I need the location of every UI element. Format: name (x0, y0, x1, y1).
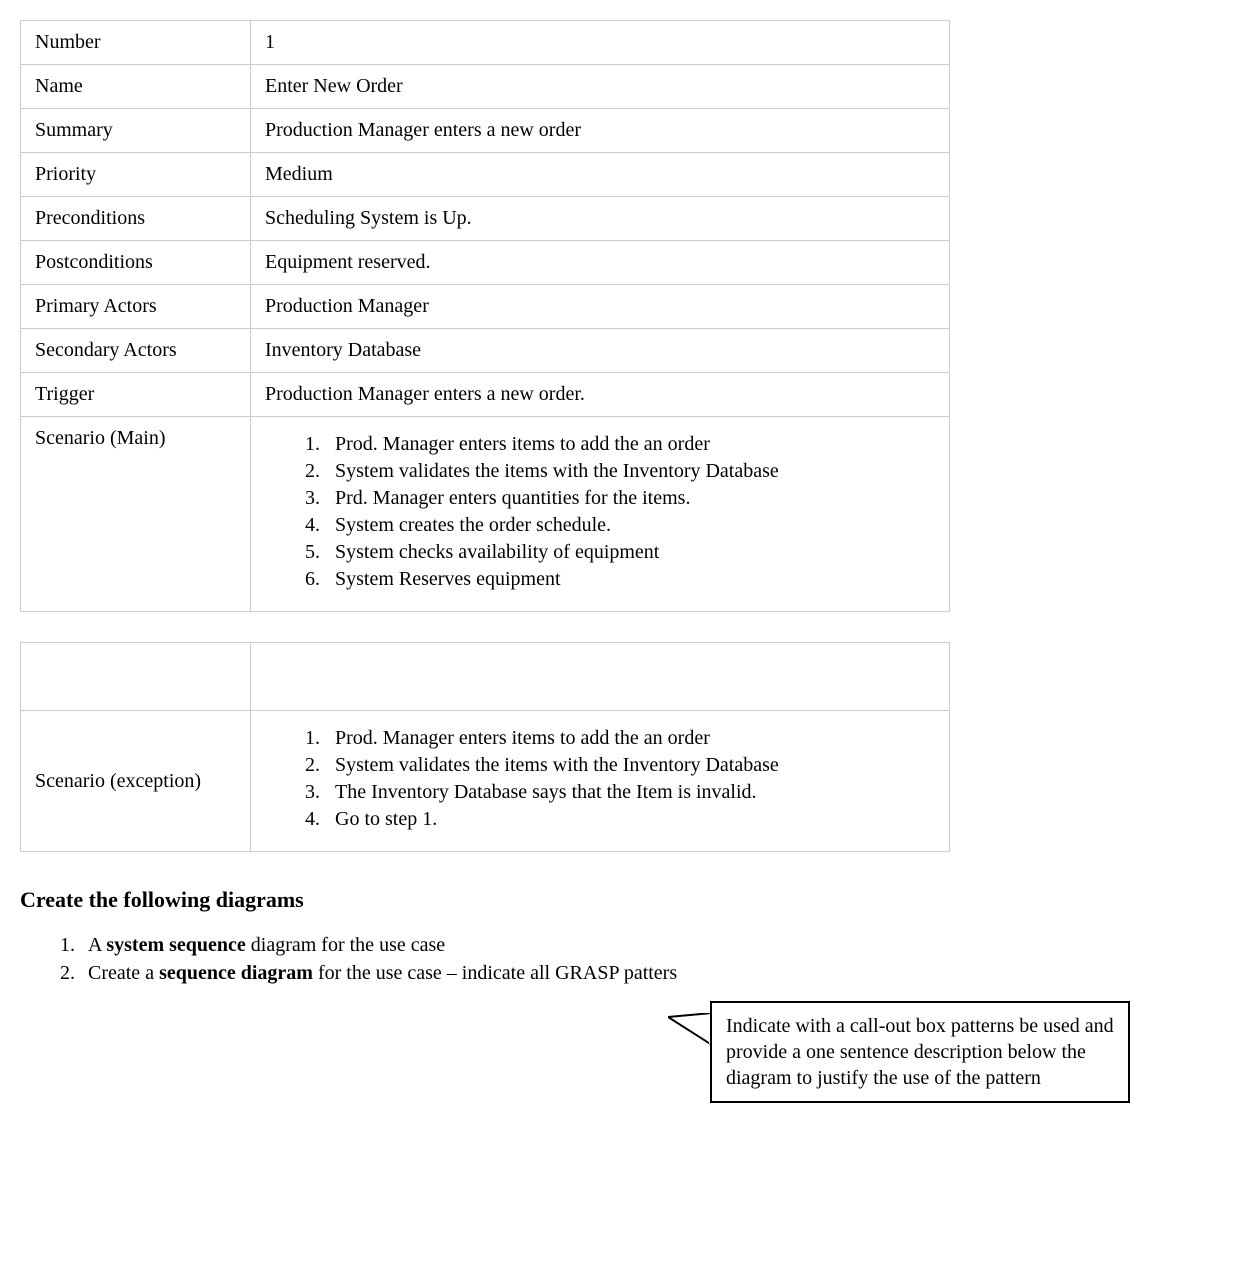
list-item: Prd. Manager enters quantities for the i… (325, 485, 935, 512)
scenario-exception-label: Scenario (exception) (21, 711, 251, 852)
table-row: Primary Actors Production Manager (21, 285, 950, 329)
table-row: Number 1 (21, 21, 950, 65)
row-value: Enter New Order (251, 65, 950, 109)
row-value: Equipment reserved. (251, 241, 950, 285)
empty-cell (21, 643, 251, 711)
callout-arrow-icon (668, 1013, 712, 1049)
scenario-main-cell: Prod. Manager enters items to add the an… (251, 417, 950, 612)
scenario-main-label: Scenario (Main) (21, 417, 251, 612)
scenario-exception-list: Prod. Manager enters items to add the an… (265, 725, 935, 833)
instructions-list: A system sequence diagram for the use ca… (20, 931, 1224, 987)
list-item: System creates the order schedule. (325, 512, 935, 539)
list-item: System checks availability of equipment (325, 539, 935, 566)
list-item: System Reserves equipment (325, 566, 935, 593)
row-label: Summary (21, 109, 251, 153)
row-label: Secondary Actors (21, 329, 251, 373)
row-value: Medium (251, 153, 950, 197)
table-row: Secondary Actors Inventory Database (21, 329, 950, 373)
list-item: The Inventory Database says that the Ite… (325, 779, 935, 806)
row-value: 1 (251, 21, 950, 65)
instruction-item: Create a sequence diagram for the use ca… (80, 959, 1224, 987)
table-row-scenario-main: Scenario (Main) Prod. Manager enters ite… (21, 417, 950, 612)
row-label: Preconditions (21, 197, 251, 241)
row-label: Priority (21, 153, 251, 197)
instruction-item: A system sequence diagram for the use ca… (80, 931, 1224, 959)
scenario-main-list: Prod. Manager enters items to add the an… (265, 431, 935, 593)
row-value: Production Manager (251, 285, 950, 329)
instruction-prefix: Create a (88, 962, 159, 984)
callout-container: Indicate with a call-out box patterns be… (20, 1001, 950, 1131)
list-item: Prod. Manager enters items to add the an… (325, 431, 935, 458)
instruction-suffix: for the use case – indicate all GRASP pa… (313, 962, 677, 984)
instruction-prefix: A (88, 934, 106, 956)
instruction-bold: sequence diagram (159, 962, 313, 984)
instruction-bold: system sequence (106, 934, 245, 956)
row-label: Primary Actors (21, 285, 251, 329)
list-item: Go to step 1. (325, 806, 935, 833)
row-label: Name (21, 65, 251, 109)
callout-box: Indicate with a call-out box patterns be… (710, 1001, 1130, 1103)
use-case-table: Number 1 Name Enter New Order Summary Pr… (20, 20, 950, 612)
table-row: Summary Production Manager enters a new … (21, 109, 950, 153)
list-item: System validates the items with the Inve… (325, 752, 935, 779)
table-row: Priority Medium (21, 153, 950, 197)
table-row: Postconditions Equipment reserved. (21, 241, 950, 285)
exception-table: Scenario (exception) Prod. Manager enter… (20, 642, 950, 852)
row-label: Postconditions (21, 241, 251, 285)
row-value: Production Manager enters a new order. (251, 373, 950, 417)
row-value: Scheduling System is Up. (251, 197, 950, 241)
table-row: Trigger Production Manager enters a new … (21, 373, 950, 417)
row-label: Trigger (21, 373, 251, 417)
row-label: Number (21, 21, 251, 65)
table-row: Name Enter New Order (21, 65, 950, 109)
table-row-scenario-exception: Scenario (exception) Prod. Manager enter… (21, 711, 950, 852)
empty-cell (251, 643, 950, 711)
table-row: Preconditions Scheduling System is Up. (21, 197, 950, 241)
list-item: System validates the items with the Inve… (325, 458, 935, 485)
list-item: Prod. Manager enters items to add the an… (325, 725, 935, 752)
row-value: Production Manager enters a new order (251, 109, 950, 153)
empty-table-row (21, 643, 950, 711)
section-heading: Create the following diagrams (20, 887, 1224, 913)
row-value: Inventory Database (251, 329, 950, 373)
instruction-suffix: diagram for the use case (246, 934, 445, 956)
scenario-exception-cell: Prod. Manager enters items to add the an… (251, 711, 950, 852)
